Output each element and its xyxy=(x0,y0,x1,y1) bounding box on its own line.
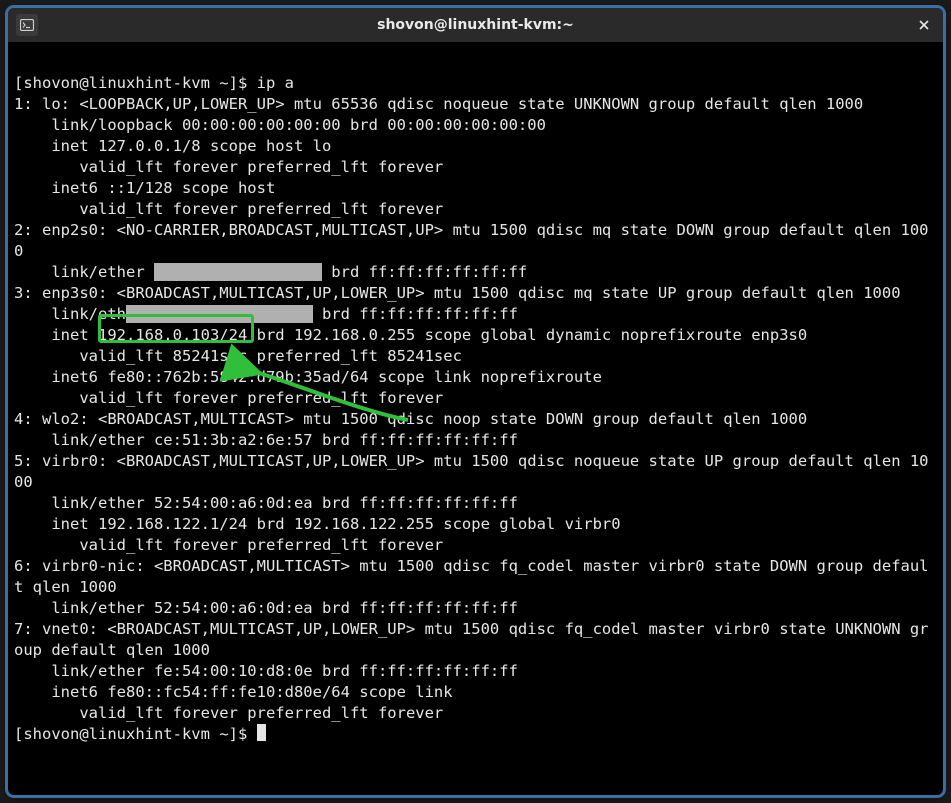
out-line: valid_lft forever preferred_lft forever xyxy=(14,200,443,218)
out-line: link/ether xx:xx:xx:xx:xx:xx brd ff:ff:f… xyxy=(14,305,518,323)
close-button[interactable] xyxy=(913,14,935,36)
out-line: inet6 fe80::fc54:ff:fe10:d80e/64 scope l… xyxy=(14,683,453,701)
out-line: inet 127.0.0.1/8 scope host lo xyxy=(14,137,331,155)
prompt-line-1: [shovon@linuxhint-kvm ~]$ ip a xyxy=(14,74,294,92)
out-line: inet 192.168.122.1/24 brd 192.168.122.25… xyxy=(14,515,621,533)
out-line: valid_lft forever preferred_lft forever xyxy=(14,389,443,407)
out-line: link/ether xx:xx:xx:xx:xx:xx brd ff:ff:f… xyxy=(14,263,527,281)
out-line: inet 192.168.0.103/24 brd 192.168.0.255 … xyxy=(14,326,807,344)
out-line: inet6 ::1/128 scope host xyxy=(14,179,275,197)
out-line: valid_lft forever preferred_lft forever xyxy=(14,704,443,722)
out-line: valid_lft 85241sec preferred_lft 85241se… xyxy=(14,347,462,365)
out-line: inet6 fe80::762b:5842:d79b:35ad/64 scope… xyxy=(14,368,602,386)
out-line: valid_lft forever preferred_lft forever xyxy=(14,158,443,176)
out-line: 6: virbr0-nic: <BROADCAST,MULTICAST> mtu… xyxy=(14,557,929,596)
close-icon xyxy=(918,19,930,31)
cursor-block xyxy=(257,724,266,741)
terminal-window: shovon@linuxhint-kvm:~ [shovon@linuxhint… xyxy=(8,8,943,795)
terminal-output: [shovon@linuxhint-kvm ~]$ ip a 1: lo: <L… xyxy=(14,73,937,745)
out-line: 3: enp3s0: <BROADCAST,MULTICAST,UP,LOWER… xyxy=(14,284,901,302)
terminal-app-icon[interactable] xyxy=(16,14,38,36)
out-line: 1: lo: <LOOPBACK,UP,LOWER_UP> mtu 65536 … xyxy=(14,95,863,113)
titlebar: shovon@linuxhint-kvm:~ xyxy=(8,8,943,42)
out-line: link/ether 52:54:00:a6:0d:ea brd ff:ff:f… xyxy=(14,599,518,617)
out-line: 5: virbr0: <BROADCAST,MULTICAST,UP,LOWER… xyxy=(14,452,929,491)
out-line: link/ether fe:54:00:10:d8:0e brd ff:ff:f… xyxy=(14,662,518,680)
prompt-line-2: [shovon@linuxhint-kvm ~]$ xyxy=(14,725,266,743)
out-line: 7: vnet0: <BROADCAST,MULTICAST,UP,LOWER_… xyxy=(14,620,929,659)
out-line: valid_lft forever preferred_lft forever xyxy=(14,536,443,554)
redacted-mac: xx:xx:xx:xx:xx:xx xyxy=(154,263,322,281)
out-line: link/ether ce:51:3b:a2:6e:57 brd ff:ff:f… xyxy=(14,431,518,449)
out-line: link/ether 52:54:00:a6:0d:ea brd ff:ff:f… xyxy=(14,494,518,512)
window-title: shovon@linuxhint-kvm:~ xyxy=(38,17,913,33)
terminal-content[interactable]: [shovon@linuxhint-kvm ~]$ ip a 1: lo: <L… xyxy=(8,42,943,795)
out-line: 2: enp2s0: <NO-CARRIER,BROADCAST,MULTICA… xyxy=(14,221,929,260)
out-line: link/loopback 00:00:00:00:00:00 brd 00:0… xyxy=(14,116,546,134)
redacted-mac: er xx:xx:xx:xx:xx:xx xyxy=(126,305,313,323)
prompt-command: ip a xyxy=(257,74,294,92)
prompt-userhost: [shovon@linuxhint-kvm ~]$ xyxy=(14,74,257,92)
out-line: 4: wlo2: <BROADCAST,MULTICAST> mtu 1500 … xyxy=(14,410,807,428)
